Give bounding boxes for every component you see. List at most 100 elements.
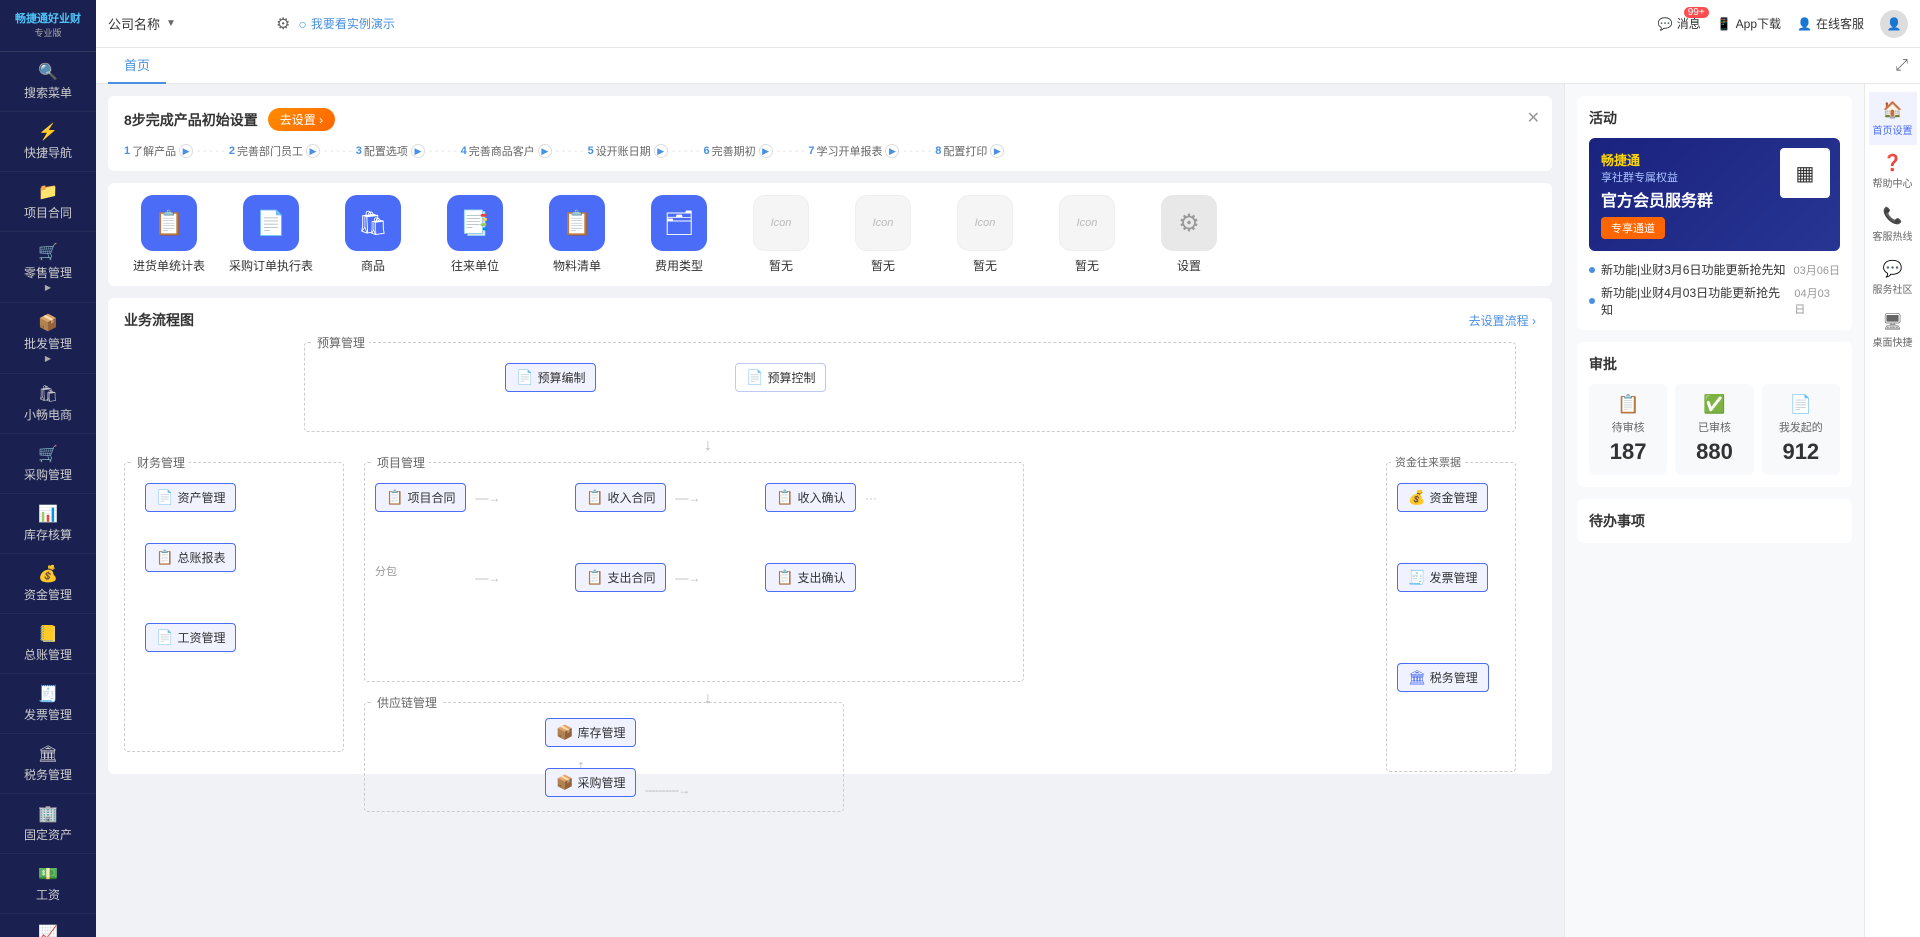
sidebar-item-13[interactable]: 💵 工资 <box>0 854 96 914</box>
quick-icon-4[interactable]: 📋 物料清单 <box>532 195 622 274</box>
flow-title: 业务流程图 <box>124 310 194 330</box>
sidebar-item-10[interactable]: 🧾 发票管理 <box>0 674 96 734</box>
setup-step-2: 3配置选项▶ <box>356 143 425 159</box>
asset-mgmt-node[interactable]: 📄 资产管理 <box>145 483 236 512</box>
company-selector[interactable]: 公司名称 ▼ <box>108 14 268 33</box>
far-right-item-3[interactable]: 💬 服务社区 <box>1869 251 1917 304</box>
sidebar-item-11[interactable]: 🏛 税务管理 <box>0 734 96 794</box>
quick-icon-7[interactable]: Icon 暂无 <box>838 195 928 274</box>
approval-section: 审批 📋 待审核 187✅ 已审核 880📄 我发起的 912 <box>1577 342 1852 487</box>
purchase-node[interactable]: 📦 采购管理 <box>545 768 636 797</box>
activity-item-0[interactable]: 新功能|业财3月6日功能更新抢先知 03月06日 <box>1589 261 1840 278</box>
quick-icon-1[interactable]: 📄 采购订单执行表 <box>226 195 316 274</box>
project-contract-node[interactable]: 📋 项目合同 <box>375 483 466 512</box>
budget-make-node[interactable]: 📄 预算编制 <box>505 363 596 392</box>
demo-link[interactable]: 我要看实例演示 <box>298 15 394 32</box>
sidebar-label-0: 搜索菜单 <box>24 84 72 101</box>
quick-icon-3[interactable]: 📑 往来单位 <box>430 195 520 274</box>
activity-item-1[interactable]: 新功能|业财4月03日功能更新抢先知 04月03日 <box>1589 284 1840 318</box>
sidebar-item-14[interactable]: 📈 经营管理 <box>0 914 96 937</box>
approval-card-2[interactable]: 📄 我发起的 912 <box>1762 384 1840 475</box>
sidebar-label-8: 资金管理 <box>24 586 72 603</box>
quick-icon-8[interactable]: Icon 暂无 <box>940 195 1030 274</box>
budget-make-icon: 📄 <box>516 369 533 386</box>
far-right-label-2: 客服热线 <box>1873 228 1913 243</box>
asset-label: 资产管理 <box>177 489 225 506</box>
sidebar-item-4[interactable]: 📦 批发管理 ▶ <box>0 303 96 374</box>
tab-home[interactable]: 首页 <box>108 48 166 84</box>
approval-card-count-0: 187 <box>1610 439 1647 465</box>
quick-icon-10[interactable]: ⚙ 设置 <box>1144 195 1234 274</box>
salary-node[interactable]: 📄 工资管理 <box>145 623 236 652</box>
setup-step-5: 6完善期初▶ <box>703 143 772 159</box>
sidebar-icon-0: 🔍 <box>38 62 58 82</box>
capital-mgmt-node[interactable]: 💰 资金管理 <box>1397 483 1488 512</box>
project-group: 项目管理 📋 项目合同 - - - - → 📋 收入合同 - - - - → <box>364 462 1024 682</box>
purchase-label: 采购管理 <box>577 774 625 791</box>
tab-expand-icon[interactable]: ⤢ <box>1895 57 1908 75</box>
quick-icon-5[interactable]: 🗂 费用类型 <box>634 195 724 274</box>
avatar-icon: 👤 <box>1887 17 1902 31</box>
far-right-label-0: 首页设置 <box>1873 122 1913 137</box>
banner-btn[interactable]: 专享通道 <box>1601 217 1665 239</box>
approval-card-0[interactable]: 📋 待审核 187 <box>1589 384 1667 475</box>
far-right-icon-4: 🖥 <box>1882 312 1902 332</box>
quick-icon-box-5: 🗂 <box>651 195 707 251</box>
sidebar-item-9[interactable]: 📒 总账管理 <box>0 614 96 674</box>
message-btn[interactable]: 💬 消息 99+ <box>1658 15 1701 32</box>
quick-icon-box-4: 📋 <box>549 195 605 251</box>
sidebar-label-4: 批发管理 <box>24 335 72 352</box>
expense-contract-node[interactable]: 📋 支出合同 <box>575 563 666 592</box>
sidebar-item-2[interactable]: 📁 项目合同 <box>0 172 96 232</box>
step-line-1: - - - - - <box>324 146 352 157</box>
approval-card-1[interactable]: ✅ 已审核 880 <box>1675 384 1753 475</box>
inventory-label: 库存管理 <box>577 724 625 741</box>
far-right-item-0[interactable]: 🏠 首页设置 <box>1869 92 1917 145</box>
expense-confirm-node[interactable]: 📋 支出确认 <box>765 563 856 592</box>
inventory-node[interactable]: 📦 库存管理 <box>545 718 636 747</box>
setup-steps: 1了解产品▶- - - - -2完善部门员工▶- - - - -3配置选项▶- … <box>124 143 1536 159</box>
income-contract-node[interactable]: 📋 收入合同 <box>575 483 666 512</box>
sidebar-item-6[interactable]: 🛒 采购管理 <box>0 434 96 494</box>
app-name: 畅捷通好业财 <box>8 12 88 26</box>
online-service-btn[interactable]: 👤 在线客服 <box>1797 15 1864 32</box>
quick-icon-2[interactable]: 🛍 商品 <box>328 195 418 274</box>
far-right-item-2[interactable]: 📞 客服热线 <box>1869 198 1917 251</box>
approval-card-icon-1: ✅ <box>1703 394 1725 415</box>
tax-node[interactable]: 🏛 税务管理 <box>1397 663 1489 692</box>
invoice-node[interactable]: 🧾 发票管理 <box>1397 563 1488 592</box>
budget-group-label: 预算管理 <box>313 334 369 351</box>
sidebar-item-8[interactable]: 💰 资金管理 <box>0 554 96 614</box>
quick-icon-box-3: 📑 <box>447 195 503 251</box>
quick-icon-6[interactable]: Icon 暂无 <box>736 195 826 274</box>
flow-diagram: 预算管理 📄 预算编制 📄 预算控制 ↓ 财 <box>124 342 1536 762</box>
app-download-btn[interactable]: 📱 App下载 <box>1717 15 1781 32</box>
setup-close-btn[interactable]: ✕ <box>1527 108 1540 128</box>
step-line-6: - - - - - <box>903 146 931 157</box>
supply-group: 供应链管理 📦 库存管理 ↑ 📦 采购管理 - - - - - - - - - … <box>364 702 844 812</box>
far-right-item-4[interactable]: 🖥 桌面快捷 <box>1869 304 1917 357</box>
user-avatar[interactable]: 👤 <box>1880 10 1908 38</box>
sidebar-item-3[interactable]: 🛒 零售管理 ▶ <box>0 232 96 303</box>
income-confirm-node[interactable]: 📋 收入确认 <box>765 483 856 512</box>
quick-icon-box-1: 📄 <box>243 195 299 251</box>
sidebar-label-10: 发票管理 <box>24 706 72 723</box>
ledger-node[interactable]: 📋 总账报表 <box>145 543 236 572</box>
go-settings-btn[interactable]: 去设置 › <box>268 108 335 131</box>
flow-settings-link[interactable]: 去设置流程 › <box>1469 312 1536 329</box>
settings-icon[interactable]: ⚙ <box>276 14 290 34</box>
sidebar-item-0[interactable]: 🔍 搜索菜单 <box>0 52 96 112</box>
sidebar-icon-7: 📊 <box>38 504 58 524</box>
activity-items: 新功能|业财3月6日功能更新抢先知 03月06日 新功能|业财4月03日功能更新… <box>1589 261 1840 318</box>
sidebar-item-1[interactable]: ⚡ 快捷导航 <box>0 112 96 172</box>
budget-control-node[interactable]: 📄 预算控制 <box>735 363 826 392</box>
capital-label: 资金管理 <box>1429 489 1477 506</box>
quick-icon-9[interactable]: Icon 暂无 <box>1042 195 1132 274</box>
sidebar-item-7[interactable]: 📊 库存核算 <box>0 494 96 554</box>
sidebar-item-5[interactable]: 🛍 小畅电商 <box>0 374 96 434</box>
quick-icon-0[interactable]: 📋 进货单统计表 <box>124 195 214 274</box>
far-right-item-1[interactable]: ❓ 帮助中心 <box>1869 145 1917 198</box>
sidebar-label-12: 固定资产 <box>24 826 72 843</box>
sidebar-item-12[interactable]: 🏢 固定资产 <box>0 794 96 854</box>
capital-group-label: 资金往来票据 <box>1391 454 1465 470</box>
